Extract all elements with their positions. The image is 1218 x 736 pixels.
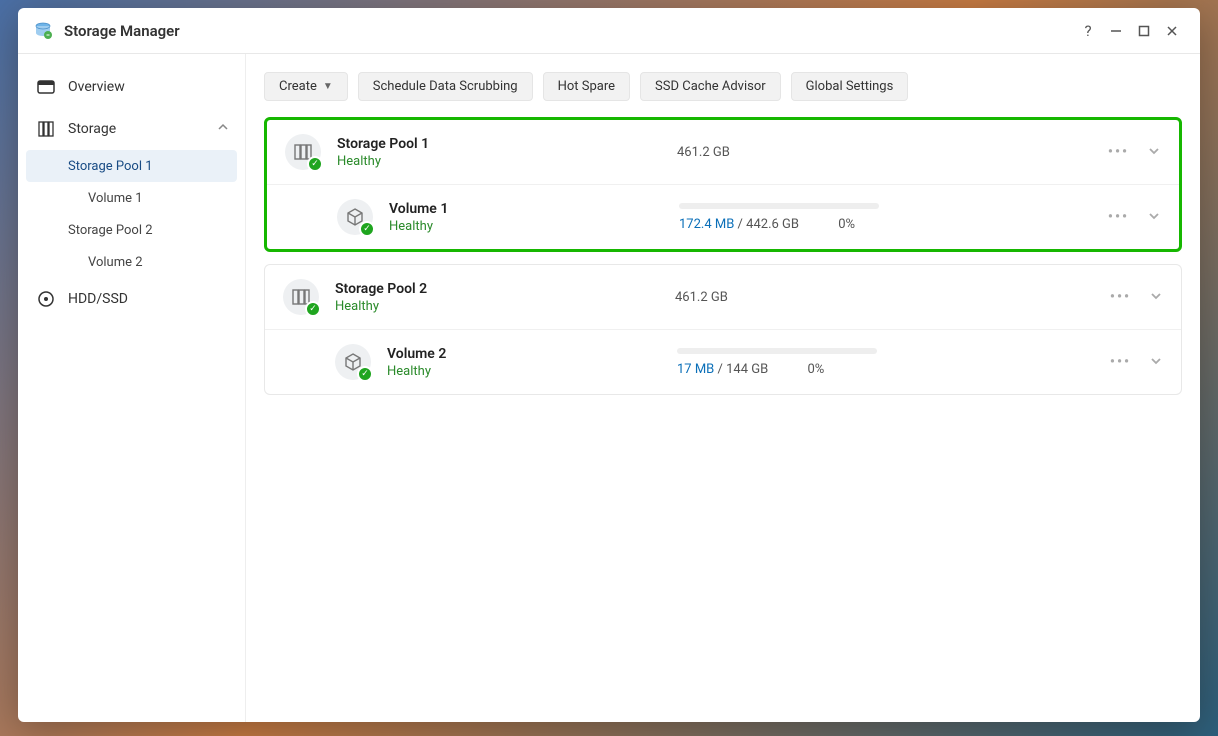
overview-icon	[36, 77, 56, 97]
volume-total: 442.6 GB	[746, 217, 799, 232]
sidebar-label: Storage Pool 1	[68, 159, 153, 174]
help-button[interactable]: ?	[1074, 17, 1102, 45]
pool-name: Storage Pool 2	[335, 281, 675, 297]
pool-size: 461.2 GB	[677, 145, 1108, 160]
chevron-down-icon[interactable]	[1149, 288, 1163, 307]
create-button[interactable]: Create ▼	[264, 72, 348, 101]
more-actions-button[interactable]: •••	[1110, 289, 1131, 305]
button-label: SSD Cache Advisor	[655, 79, 766, 94]
button-label: Create	[279, 79, 317, 94]
close-button[interactable]	[1158, 17, 1186, 45]
healthy-badge-icon: ✓	[305, 301, 321, 317]
sidebar-item-storage-pool-1[interactable]: Storage Pool 1	[26, 150, 237, 182]
caret-down-icon: ▼	[323, 81, 333, 92]
storage-icon	[36, 119, 56, 139]
volume-percent: 0%	[838, 217, 855, 232]
button-label: Global Settings	[806, 79, 894, 94]
usage-bar	[679, 203, 879, 209]
more-actions-button[interactable]: •••	[1108, 144, 1129, 160]
sidebar-label: Volume 1	[88, 191, 143, 206]
sidebar-label: HDD/SSD	[68, 291, 128, 307]
healthy-badge-icon: ✓	[307, 156, 323, 172]
main-content: Create ▼ Schedule Data Scrubbing Hot Spa…	[246, 54, 1200, 722]
more-actions-button[interactable]: •••	[1110, 354, 1131, 370]
volume-name: Volume 1	[389, 201, 679, 217]
chevron-up-icon	[217, 121, 229, 137]
volume-name-column: Volume 2 Healthy	[387, 346, 677, 379]
storage-pool-card: ✓ Storage Pool 2 Healthy 461.2 GB •••	[264, 264, 1182, 395]
pool-header[interactable]: ✓ Storage Pool 1 Healthy 461.2 GB •••	[267, 120, 1179, 184]
global-settings-button[interactable]: Global Settings	[791, 72, 909, 101]
separator: /	[714, 362, 726, 377]
sidebar-item-storage-pool-2[interactable]: Storage Pool 2	[18, 214, 245, 246]
ssd-cache-advisor-button[interactable]: SSD Cache Advisor	[640, 72, 781, 101]
sidebar-item-overview[interactable]: Overview	[18, 66, 245, 108]
volume-status: Healthy	[389, 219, 679, 234]
sidebar-label: Storage	[68, 121, 116, 137]
sidebar-label: Overview	[68, 79, 125, 95]
chevron-down-icon[interactable]	[1147, 208, 1161, 227]
sidebar-label: Volume 2	[88, 255, 143, 270]
volume-used: 172.4 MB	[679, 217, 734, 232]
healthy-badge-icon: ✓	[359, 221, 375, 237]
titlebar: Storage Manager ?	[18, 8, 1200, 54]
more-actions-button[interactable]: •••	[1108, 209, 1129, 225]
separator: /	[734, 217, 746, 232]
app-window: Storage Manager ? Overview Stora	[18, 8, 1200, 722]
volume-icon: ✓	[337, 199, 373, 235]
window-title: Storage Manager	[64, 22, 1074, 40]
toolbar: Create ▼ Schedule Data Scrubbing Hot Spa…	[264, 72, 1182, 101]
pool-size: 461.2 GB	[675, 290, 1110, 305]
volume-percent: 0%	[807, 362, 824, 377]
storage-pool-card: ✓ Storage Pool 1 Healthy 461.2 GB •••	[264, 117, 1182, 252]
volume-icon: ✓	[335, 344, 371, 380]
chevron-down-icon[interactable]	[1147, 143, 1161, 162]
button-label: Hot Spare	[558, 79, 615, 94]
volume-name-column: Volume 1 Healthy	[389, 201, 679, 234]
volume-row[interactable]: ✓ Volume 2 Healthy 17 MB / 144 GB 0% •••	[265, 329, 1181, 394]
storage-manager-icon	[32, 20, 54, 42]
storage-pool-icon: ✓	[283, 279, 319, 315]
pool-header[interactable]: ✓ Storage Pool 2 Healthy 461.2 GB •••	[265, 265, 1181, 329]
sidebar: Overview Storage Storage Pool 1 Volume 1…	[18, 54, 246, 722]
hot-spare-button[interactable]: Hot Spare	[543, 72, 630, 101]
pool-name-column: Storage Pool 1 Healthy	[337, 136, 677, 169]
volume-used: 17 MB	[677, 362, 714, 377]
schedule-scrubbing-button[interactable]: Schedule Data Scrubbing	[358, 72, 533, 101]
minimize-button[interactable]	[1102, 17, 1130, 45]
volume-row[interactable]: ✓ Volume 1 Healthy 172.4 MB / 442.6 GB 0…	[267, 184, 1179, 249]
volume-name: Volume 2	[387, 346, 677, 362]
storage-pool-icon: ✓	[285, 134, 321, 170]
sidebar-label: Storage Pool 2	[68, 223, 153, 238]
button-label: Schedule Data Scrubbing	[373, 79, 518, 94]
pool-status: Healthy	[335, 299, 675, 314]
volume-status: Healthy	[387, 364, 677, 379]
pool-name-column: Storage Pool 2 Healthy	[335, 281, 675, 314]
hdd-icon	[36, 289, 56, 309]
volume-usage-column: 172.4 MB / 442.6 GB 0%	[679, 203, 1108, 232]
volume-usage-column: 17 MB / 144 GB 0%	[677, 348, 1110, 377]
chevron-down-icon[interactable]	[1149, 353, 1163, 372]
pool-status: Healthy	[337, 154, 677, 169]
maximize-button[interactable]	[1130, 17, 1158, 45]
usage-bar	[677, 348, 877, 354]
sidebar-item-volume-2[interactable]: Volume 2	[18, 246, 245, 278]
sidebar-item-volume-1[interactable]: Volume 1	[18, 182, 245, 214]
sidebar-item-hdd-ssd[interactable]: HDD/SSD	[18, 278, 245, 320]
healthy-badge-icon: ✓	[357, 366, 373, 382]
volume-total: 144 GB	[726, 362, 768, 377]
sidebar-item-storage[interactable]: Storage	[18, 108, 245, 150]
pool-name: Storage Pool 1	[337, 136, 677, 152]
